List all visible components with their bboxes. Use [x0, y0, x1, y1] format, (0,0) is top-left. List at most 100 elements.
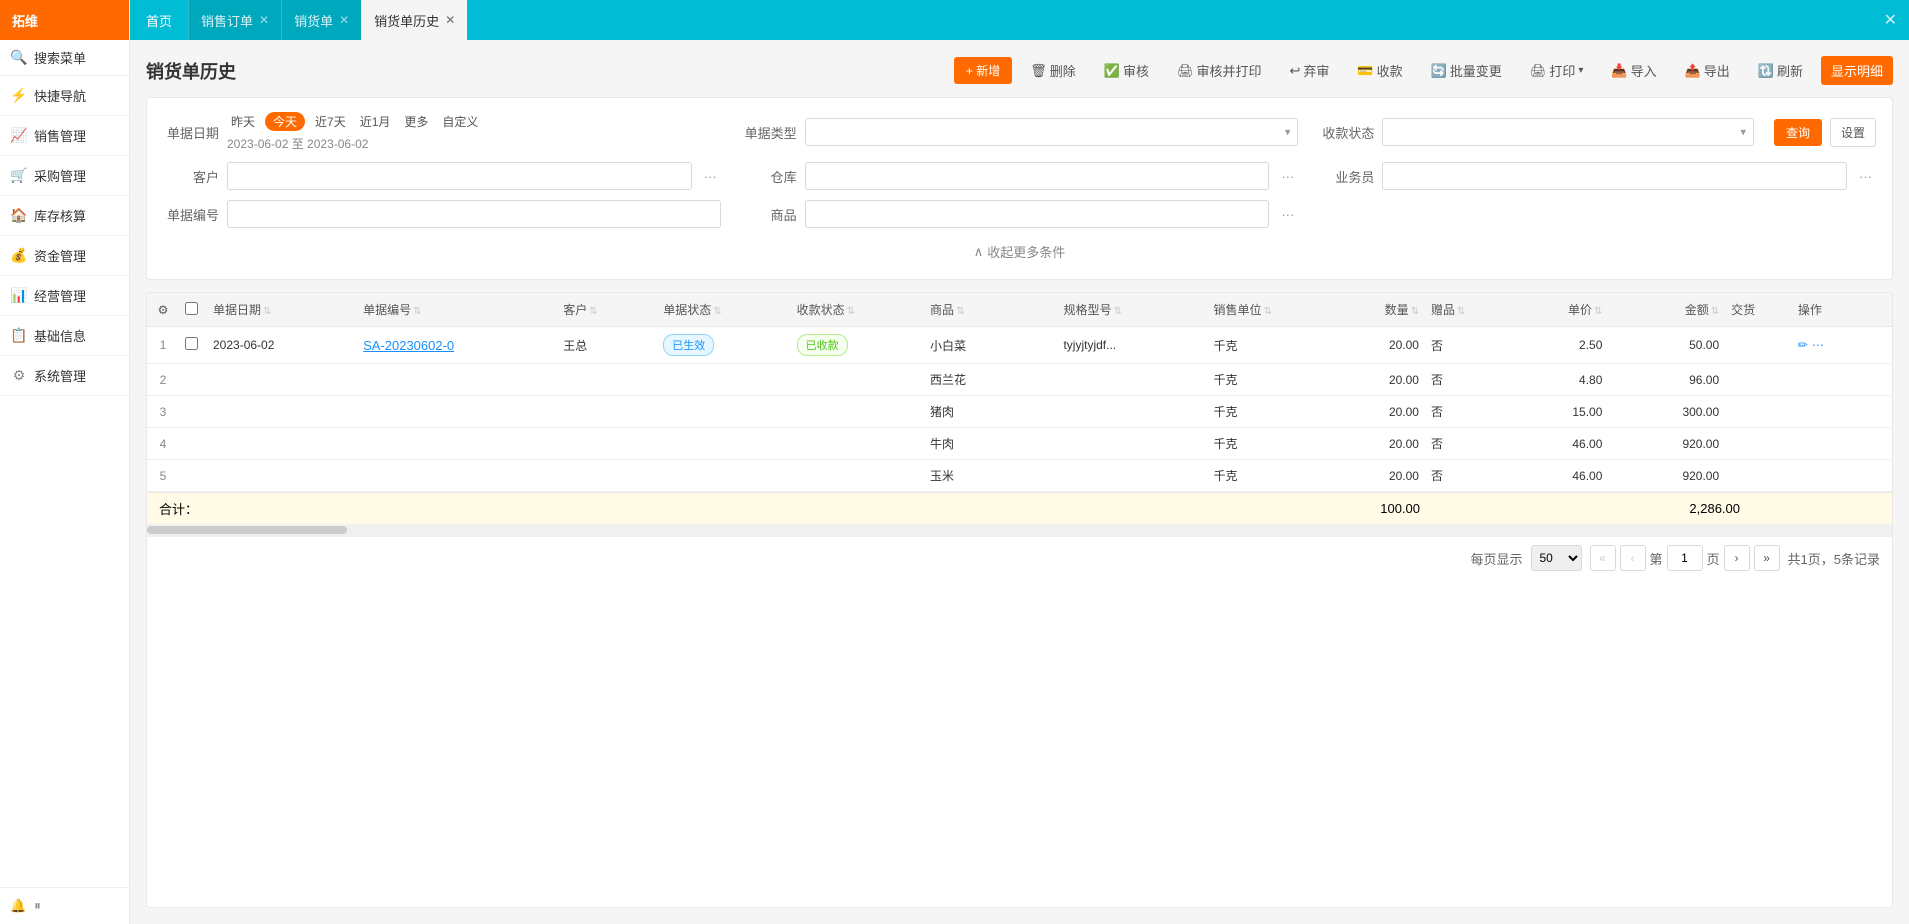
new-button[interactable]: + 新增: [954, 57, 1012, 84]
close-window-btn[interactable]: ✕: [1872, 10, 1909, 30]
tab-close-sales-delivery[interactable]: ✕: [339, 13, 349, 27]
delete-button[interactable]: 🗑 删除: [1020, 56, 1086, 85]
col-settings[interactable]: ⚙: [147, 293, 179, 327]
main-area: 首页 销售订单 ✕ 销货单 ✕ 销货单历史 ✕ ✕ 销货单历史 + 新增 🗑 删…: [130, 0, 1909, 924]
col-sales-unit[interactable]: 销售单位⇅: [1208, 293, 1325, 327]
sidebar-item-search-menu[interactable]: 🔍 搜索菜单: [0, 40, 129, 76]
tab-close-sales-order[interactable]: ✕: [259, 13, 269, 27]
filter-customer: 客户 ···: [163, 162, 721, 190]
tab-close-sales-history[interactable]: ✕: [445, 13, 455, 27]
refresh-button[interactable]: 🔃 刷新: [1748, 56, 1813, 85]
col-doc-no[interactable]: 单据编号⇅: [357, 293, 557, 327]
edit-action-btn[interactable]: ✏: [1798, 338, 1808, 352]
sidebar-bottom-icon1[interactable]: 🔔: [10, 898, 26, 914]
col-doc-date[interactable]: 单据日期⇅: [207, 293, 357, 327]
sidebar-item-inventory[interactable]: 🏠 库存核算: [0, 196, 129, 236]
row-doc-status: [657, 364, 790, 396]
collapse-btn[interactable]: ∧ 收起更多条件: [163, 238, 1876, 265]
doc-no-link[interactable]: SA-20230602-0: [363, 338, 454, 353]
settings-button[interactable]: 设置: [1830, 118, 1876, 147]
row-doc-date: 2023-06-02: [207, 327, 357, 364]
collapse-icon: ∧: [974, 244, 984, 260]
col-amount[interactable]: 金额⇅: [1608, 293, 1725, 327]
date-tab-more[interactable]: 更多: [400, 112, 432, 131]
per-page-select[interactable]: 50 100 200: [1531, 545, 1582, 571]
customer-dots[interactable]: ···: [700, 169, 721, 184]
sidebar-bottom-icon2[interactable]: ⏸: [34, 898, 41, 914]
export-button[interactable]: 📤 导出: [1675, 56, 1740, 85]
row-checkbox[interactable]: [185, 337, 198, 350]
table-row: 2 西兰花 千克 20.00 否 4.80 96.00: [147, 364, 1892, 396]
date-tab-1month[interactable]: 近1月: [356, 112, 395, 131]
scroll-bar[interactable]: [147, 524, 1892, 536]
col-goods[interactable]: 商品⇅: [924, 293, 1057, 327]
sales-icon: 📈: [10, 127, 28, 145]
sidebar-item-purchase-mgmt[interactable]: 🛒 采购管理: [0, 156, 129, 196]
batch-change-button[interactable]: 🔄 批量变更: [1421, 56, 1512, 85]
goods-dots[interactable]: ···: [1277, 207, 1298, 222]
date-tab-yesterday[interactable]: 昨天: [227, 112, 259, 131]
warehouse-input[interactable]: [805, 162, 1270, 190]
warehouse-dots[interactable]: ···: [1277, 169, 1298, 184]
date-tab-custom[interactable]: 自定义: [438, 112, 482, 131]
more-action-btn[interactable]: ⋯: [1812, 338, 1824, 352]
date-tab-7days[interactable]: 近7天: [311, 112, 350, 131]
page-nav: « ‹ 第 1 页 › »: [1590, 545, 1780, 571]
query-button[interactable]: 查询: [1774, 119, 1822, 146]
audit-print-button[interactable]: 🖨 审核并打印: [1167, 56, 1272, 85]
collect-status-select[interactable]: [1382, 118, 1754, 146]
sidebar-item-basic-info[interactable]: 📋 基础信息: [0, 316, 129, 356]
customer-input[interactable]: [227, 162, 692, 190]
page-prev-btn[interactable]: ‹: [1620, 545, 1646, 571]
date-tab-today[interactable]: 今天: [265, 112, 305, 131]
page-next-btn[interactable]: ›: [1724, 545, 1750, 571]
sidebar-item-operations[interactable]: 📊 经营管理: [0, 276, 129, 316]
import-button[interactable]: 📥 导入: [1601, 56, 1666, 85]
print-button[interactable]: 🖨 打印 ▾: [1520, 56, 1594, 85]
sidebar-item-sys-mgmt[interactable]: ⚙ 系统管理: [0, 356, 129, 396]
page-title: 销货单历史: [146, 58, 236, 84]
row-deal: [1725, 364, 1792, 396]
tab-home[interactable]: 首页: [130, 0, 188, 40]
col-collect-status[interactable]: 收款状态⇅: [791, 293, 924, 327]
col-spec-type[interactable]: 规格型号⇅: [1057, 293, 1207, 327]
show-detail-button[interactable]: 显示明细: [1821, 56, 1893, 85]
page-first-btn[interactable]: «: [1590, 545, 1616, 571]
row-qty: 20.00: [1325, 396, 1425, 428]
col-customer[interactable]: 客户⇅: [557, 293, 657, 327]
tab-sales-history[interactable]: 销货单历史 ✕: [361, 0, 467, 40]
sidebar-item-sales-mgmt[interactable]: 📈 销售管理: [0, 116, 129, 156]
page-last-btn[interactable]: »: [1754, 545, 1780, 571]
sidebar-item-finance[interactable]: 💰 资金管理: [0, 236, 129, 276]
total-qty: 100.00: [1360, 501, 1420, 516]
table-row: 4 牛肉 千克 20.00 否 46.00 920.00: [147, 428, 1892, 460]
page-label-before: 第: [1650, 549, 1663, 568]
customer-label: 客户: [163, 167, 219, 186]
doc-type-select[interactable]: [805, 118, 1299, 146]
col-doc-status[interactable]: 单据状态⇅: [657, 293, 790, 327]
staff-label: 业务员: [1318, 167, 1374, 186]
staff-input[interactable]: [1382, 162, 1847, 190]
sidebar-logo: 拓维: [0, 0, 129, 40]
audit-button[interactable]: ✅ 审核: [1094, 56, 1159, 85]
col-qty[interactable]: 数量⇅: [1325, 293, 1425, 327]
col-gift[interactable]: 赠品⇅: [1425, 293, 1508, 327]
row-action: ✏⋯: [1792, 327, 1892, 364]
collect-button[interactable]: 💳 收款: [1347, 56, 1412, 85]
tab-sales-delivery[interactable]: 销货单 ✕: [281, 0, 361, 40]
row-doc-no: [357, 396, 557, 428]
select-all-checkbox[interactable]: [185, 302, 198, 315]
sidebar-item-quick-nav[interactable]: ⚡ 快捷导航: [0, 76, 129, 116]
page-number-input[interactable]: 1: [1667, 545, 1703, 571]
tab-sales-order[interactable]: 销售订单 ✕: [188, 0, 281, 40]
batch-change-icon: 🔄: [1431, 63, 1447, 79]
abandon-button[interactable]: ↩ 弃审: [1279, 56, 1339, 85]
col-unit-price[interactable]: 单价⇅: [1508, 293, 1608, 327]
row-action: [1792, 428, 1892, 460]
row-checkbox-cell: [179, 460, 207, 492]
staff-dots[interactable]: ···: [1855, 169, 1876, 184]
table-body: 1 2023-06-02 SA-20230602-0 王总 已生效 已收款 小白…: [147, 327, 1892, 492]
doc-no-input[interactable]: [227, 200, 721, 228]
goods-input[interactable]: [805, 200, 1270, 228]
print-icon: 🖨: [1530, 63, 1547, 79]
